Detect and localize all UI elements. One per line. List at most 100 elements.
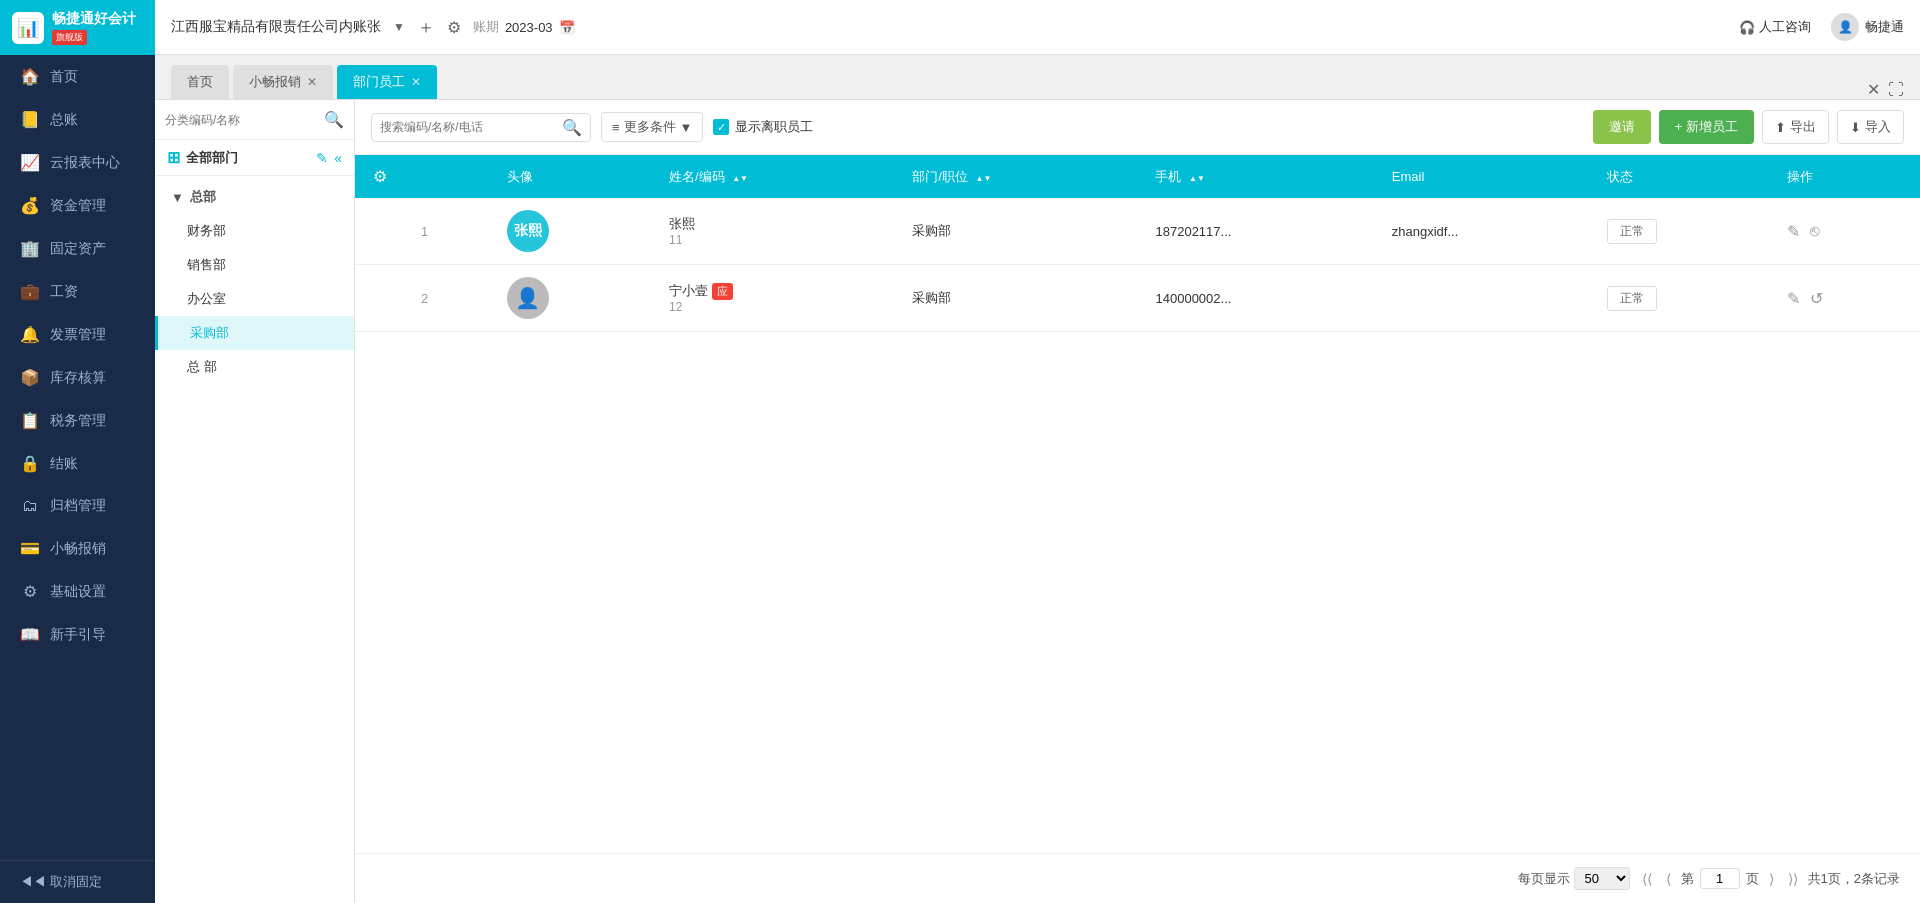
calendar-icon[interactable]: 📅	[559, 20, 575, 35]
last-page-button[interactable]: ⟩⟩	[1784, 869, 1802, 889]
tab-dept-close[interactable]: ✕	[411, 75, 421, 89]
close-window-icon[interactable]: ✕	[1867, 80, 1880, 99]
dept-item-finance[interactable]: 财务部	[155, 214, 354, 248]
tab-expense-close[interactable]: ✕	[307, 75, 317, 89]
user-menu[interactable]: 👤 畅捷通	[1831, 13, 1904, 41]
service-button[interactable]: 🎧 人工咨询	[1739, 18, 1811, 36]
sidebar-item-salary[interactable]: 💼 工资	[0, 270, 155, 313]
logout-employee-button-0[interactable]: ⎋	[1810, 222, 1820, 241]
dept-arrow-down: ▼	[171, 190, 184, 205]
td-index-1: 2	[405, 265, 491, 332]
prev-page-button[interactable]: ⟨	[1662, 869, 1675, 889]
dept-item-office[interactable]: 办公室	[155, 282, 354, 316]
company-name[interactable]: 江西服宝精品有限责任公司内账张	[171, 18, 381, 36]
sidebar-item-guide[interactable]: 📖 新手引导	[0, 613, 155, 656]
avatar: 张熙	[507, 210, 549, 252]
page-number-input[interactable]	[1700, 868, 1740, 889]
per-page-select[interactable]: 50 20 100	[1574, 867, 1630, 890]
dept-edit-icon[interactable]: ✎	[316, 150, 328, 166]
content-area: 🔍 ⊞ 全部部门 ✎ « ▼ 总部 财务部	[155, 100, 1920, 903]
dept-search-input[interactable]	[165, 113, 318, 127]
show-resigned-checkbox[interactable]	[713, 119, 729, 135]
sidebar-item-settings[interactable]: ⚙ 基础设置	[0, 570, 155, 613]
status-badge: 正常	[1607, 286, 1657, 311]
invite-button[interactable]: 邀请	[1593, 110, 1651, 144]
td-phone-1: 140000002...	[1139, 265, 1375, 332]
logo-title: 畅捷通好会计	[52, 10, 136, 27]
dept-item-purchase[interactable]: 采购部	[155, 316, 354, 350]
export-button[interactable]: ⬆ 导出	[1762, 110, 1829, 144]
sidebar-item-assets[interactable]: 🏢 固定资产	[0, 227, 155, 270]
delete-employee-button-1[interactable]: ↺	[1810, 289, 1823, 308]
invoice-icon: 🔔	[20, 325, 40, 344]
edit-employee-button-1[interactable]: ✎	[1787, 289, 1800, 308]
employee-search-bar: 🔍	[371, 113, 591, 142]
window-controls: ✕ ⛶	[1867, 80, 1904, 99]
guide-icon: 📖	[20, 625, 40, 644]
filter-label: 更多条件	[624, 118, 676, 136]
employee-search-icon[interactable]: 🔍	[562, 118, 582, 137]
company-dropdown-icon[interactable]: ▼	[393, 20, 405, 34]
add-company-icon[interactable]: ＋	[417, 15, 435, 39]
sidebar-item-inventory[interactable]: 📦 库存核算	[0, 356, 155, 399]
dept-label-sales: 销售部	[187, 256, 226, 274]
tab-dept[interactable]: 部门员工 ✕	[337, 65, 437, 99]
sort-dept-icon: ▲▼	[975, 175, 991, 183]
next-page-button[interactable]: ⟩	[1765, 869, 1778, 889]
avatar: 👤	[507, 277, 549, 319]
sidebar-item-funds[interactable]: 💰 资金管理	[0, 184, 155, 227]
sidebar-item-ledger[interactable]: 📒 总账	[0, 98, 155, 141]
sidebar-item-home[interactable]: 🏠 首页	[0, 55, 155, 98]
sidebar-item-reports[interactable]: 📈 云报表中心	[0, 141, 155, 184]
closing-icon: 🔒	[20, 454, 40, 473]
sidebar-item-expense[interactable]: 💳 小畅报销	[0, 527, 155, 570]
pagination-bar: 每页显示 50 20 100 ⟨⟨ ⟨ 第 页 ⟩ ⟩⟩ 共1页，2条记录	[355, 853, 1920, 903]
maximize-window-icon[interactable]: ⛶	[1888, 81, 1904, 99]
filter-chevron-icon: ▼	[680, 120, 693, 135]
td-avatar-0: 张熙	[491, 198, 653, 265]
topbar-settings-icon[interactable]: ⚙	[447, 18, 461, 37]
dept-collapse-icon[interactable]: «	[334, 150, 342, 166]
dept-item-general[interactable]: ▼ 总部	[155, 180, 354, 214]
td-phone-0: 187202117...	[1139, 198, 1375, 265]
all-dept-label[interactable]: 全部部门	[186, 149, 238, 167]
td-actions-1: ✎↺	[1771, 265, 1920, 332]
page-navigation: ⟨⟨ ⟨ 第 页 ⟩ ⟩⟩ 共1页，2条记录	[1638, 868, 1900, 889]
tab-expense[interactable]: 小畅报销 ✕	[233, 65, 333, 99]
employee-search-input[interactable]	[380, 120, 556, 134]
more-filter-button[interactable]: ≡ 更多条件 ▼	[601, 112, 703, 142]
period-value[interactable]: 2023-03	[505, 20, 553, 35]
th-phone[interactable]: 手机 ▲▼	[1139, 155, 1375, 198]
headset-icon: 🎧	[1739, 20, 1755, 35]
th-name[interactable]: 姓名/编码 ▲▼	[653, 155, 896, 198]
dept-tree: ▼ 总部 财务部 销售部 办公室 采购部 总 部	[155, 176, 354, 903]
column-settings-icon[interactable]: ⚙	[373, 168, 387, 185]
td-dept-1: 采购部	[896, 265, 1139, 332]
export-icon: ⬆	[1775, 120, 1786, 135]
per-page-label: 每页显示	[1518, 870, 1570, 888]
sidebar-item-expense-label: 小畅报销	[50, 540, 106, 558]
first-page-button[interactable]: ⟨⟨	[1638, 869, 1656, 889]
status-badge: 正常	[1607, 219, 1657, 244]
sidebar-item-reports-label: 云报表中心	[50, 154, 120, 172]
th-dept[interactable]: 部门/职位 ▲▼	[896, 155, 1139, 198]
dept-label-finance: 财务部	[187, 222, 226, 240]
sidebar-unpin-button[interactable]: ◀◀ 取消固定	[0, 860, 155, 903]
dept-search-icon[interactable]: 🔍	[324, 110, 344, 129]
sidebar-item-closing[interactable]: 🔒 结账	[0, 442, 155, 485]
th-email: Email	[1376, 155, 1592, 198]
sidebar-item-tax[interactable]: 📋 税务管理	[0, 399, 155, 442]
tab-home[interactable]: 首页	[171, 65, 229, 99]
dept-label-office: 办公室	[187, 290, 226, 308]
td-name-0: 张熙11	[653, 198, 896, 265]
table-row: 1张熙张熙11采购部187202117...zhangxidf...正常✎⎋	[355, 198, 1920, 265]
sidebar-item-invoice[interactable]: 🔔 发票管理	[0, 313, 155, 356]
import-button[interactable]: ⬇ 导入	[1837, 110, 1904, 144]
sidebar-item-archive[interactable]: 🗂 归档管理	[0, 485, 155, 527]
add-employee-button[interactable]: + 新增员工	[1659, 110, 1754, 144]
edit-employee-button-0[interactable]: ✎	[1787, 222, 1800, 241]
dept-item-sales[interactable]: 销售部	[155, 248, 354, 282]
table-row: 2👤宁小壹应12采购部140000002...正常✎↺	[355, 265, 1920, 332]
th-avatar: 头像	[491, 155, 653, 198]
dept-item-general2[interactable]: 总 部	[155, 350, 354, 384]
